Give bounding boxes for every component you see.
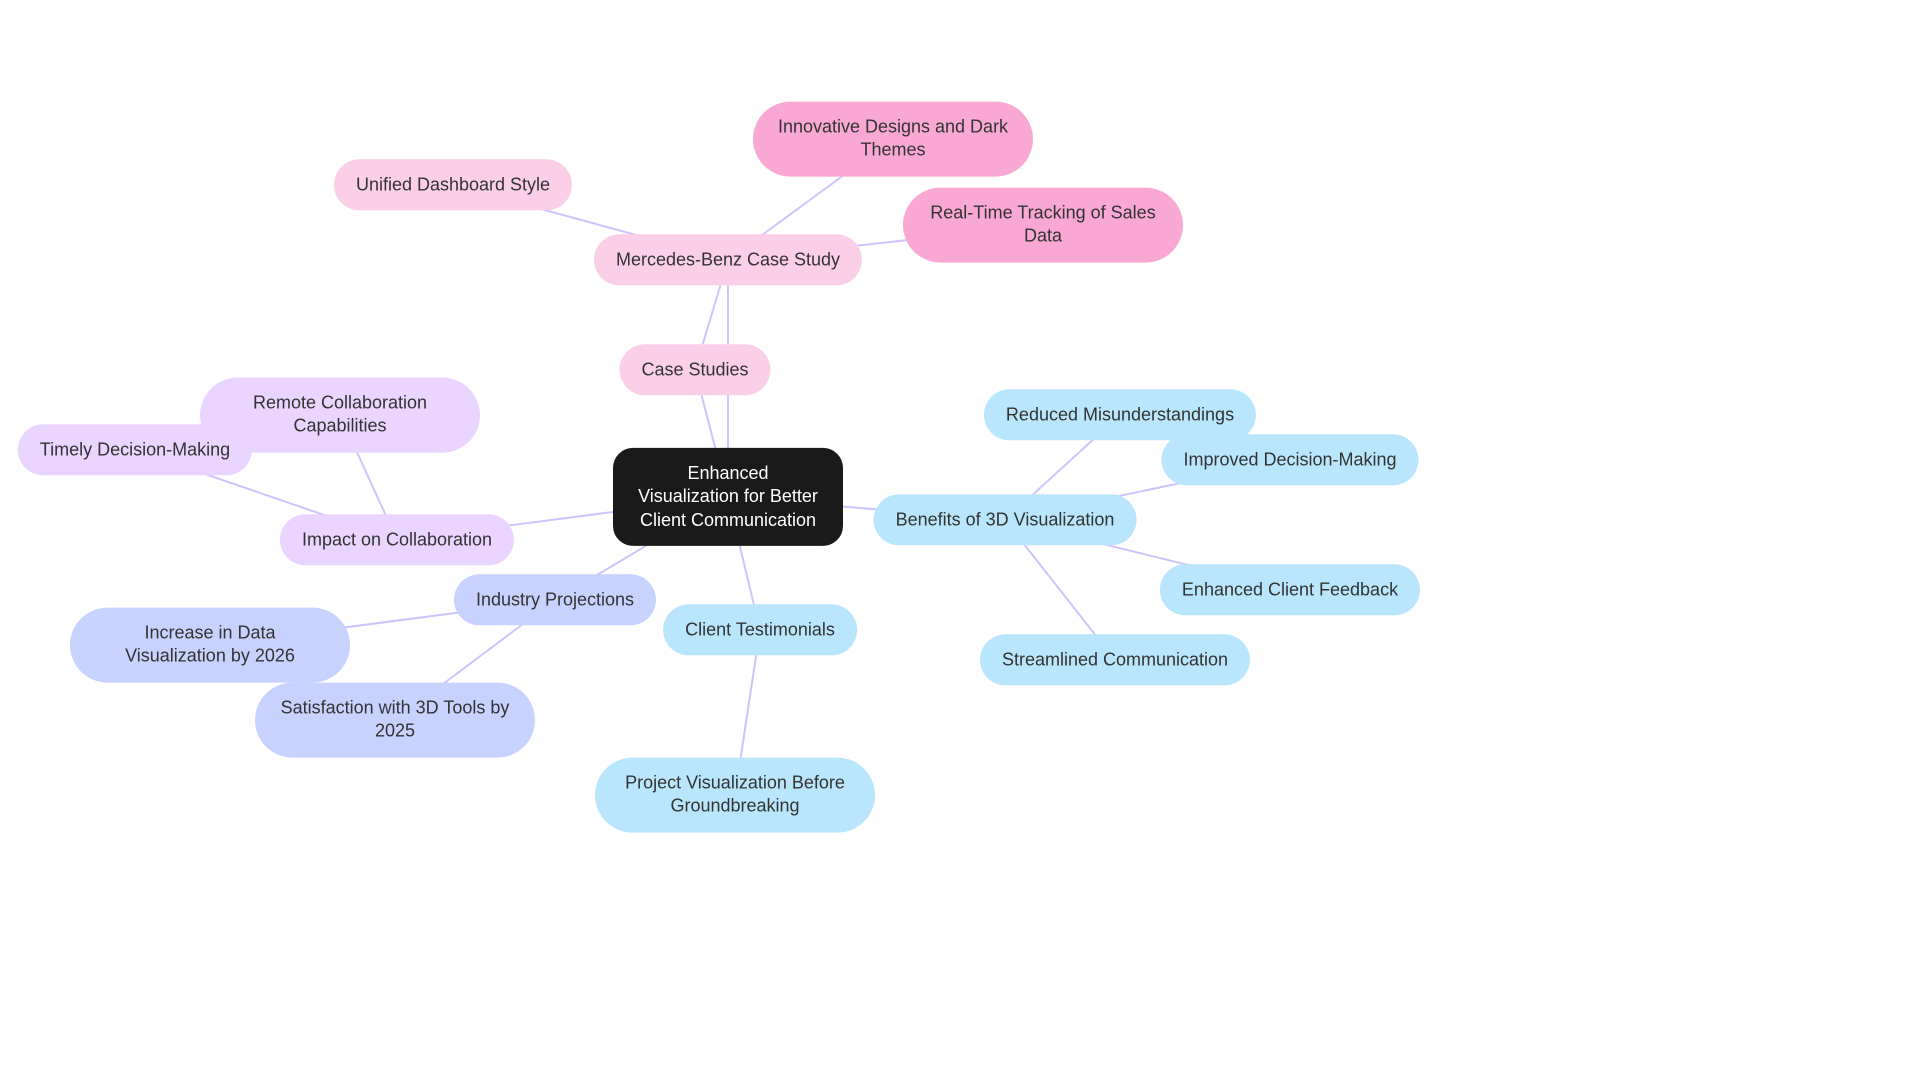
node-reduced_misund: Reduced Misunderstandings bbox=[984, 389, 1256, 440]
mind-map: Enhanced Visualization for Better Client… bbox=[0, 0, 1920, 1083]
node-case_studies: Case Studies bbox=[619, 344, 770, 395]
node-streamlined_comm: Streamlined Communication bbox=[980, 634, 1250, 685]
node-unified_dashboard: Unified Dashboard Style bbox=[334, 159, 572, 210]
node-enhanced_feedback: Enhanced Client Feedback bbox=[1160, 564, 1420, 615]
node-benefits_3d: Benefits of 3D Visualization bbox=[874, 494, 1137, 545]
node-client_testimonials: Client Testimonials bbox=[663, 604, 857, 655]
node-realtime_tracking: Real-Time Tracking of Sales Data bbox=[903, 188, 1183, 263]
node-improved_decision: Improved Decision-Making bbox=[1161, 434, 1418, 485]
node-impact_collab: Impact on Collaboration bbox=[280, 514, 514, 565]
node-innovative_designs: Innovative Designs and Dark Themes bbox=[753, 102, 1033, 177]
node-satisfaction_3d: Satisfaction with 3D Tools by 2025 bbox=[255, 683, 535, 758]
node-data_viz_increase: Increase in Data Visualization by 2026 bbox=[70, 608, 350, 683]
node-center: Enhanced Visualization for Better Client… bbox=[613, 448, 843, 546]
node-project_viz: Project Visualization Before Groundbreak… bbox=[595, 758, 875, 833]
node-timely_decision: Timely Decision-Making bbox=[18, 424, 252, 475]
node-mercedes: Mercedes-Benz Case Study bbox=[594, 234, 862, 285]
node-industry_proj: Industry Projections bbox=[454, 574, 656, 625]
